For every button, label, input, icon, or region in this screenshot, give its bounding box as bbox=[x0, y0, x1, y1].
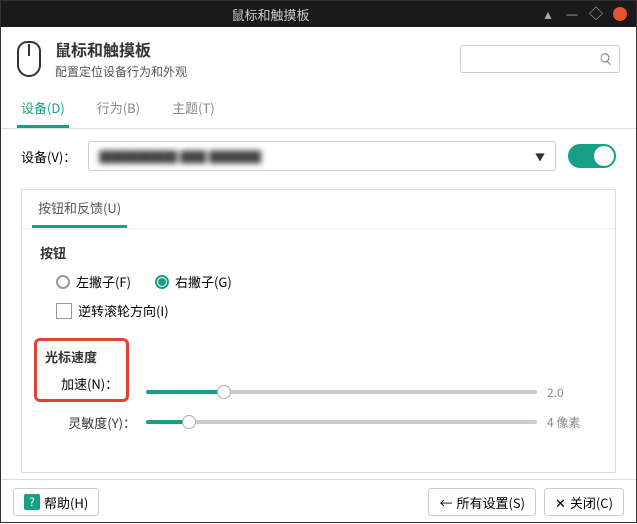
search-icon bbox=[599, 52, 613, 66]
chevron-down-icon: ▼ bbox=[535, 149, 545, 164]
radio-left-handed[interactable]: 左撇子(F) bbox=[56, 272, 131, 291]
slider-thumb[interactable] bbox=[217, 385, 231, 399]
close-button[interactable]: ✕ 关闭(C) bbox=[544, 488, 624, 516]
device-value: ██████ ██ ████ bbox=[99, 147, 261, 166]
header: 鼠标和触摸板 配置定位设备行为和外观 bbox=[1, 27, 636, 90]
maximize-icon[interactable]: ◇ bbox=[588, 6, 604, 22]
search-input[interactable] bbox=[460, 45, 620, 73]
help-label: 帮助(H) bbox=[44, 493, 88, 512]
all-settings-button[interactable]: ← 所有设置(S) bbox=[428, 488, 536, 516]
settings-panel: 按钮和反馈(U) 按钮 左撇子(F) 右撇子(G) 逆转滚轮方向(I) 光标速度 bbox=[21, 189, 616, 473]
device-toggle[interactable] bbox=[568, 144, 616, 168]
highlight-annotation: 光标速度 加速(N)： bbox=[34, 338, 129, 402]
main-tabs: 设备(D) 行为(B) 主题(T) bbox=[1, 90, 636, 129]
panel-tab-buttons[interactable]: 按钮和反馈(U) bbox=[32, 190, 127, 228]
close-icon bbox=[613, 7, 627, 21]
radio-right-label: 右撇子(G) bbox=[175, 272, 232, 291]
radio-icon bbox=[155, 275, 169, 289]
up-icon[interactable]: ▴ bbox=[540, 6, 556, 22]
device-label: 设备(V)： bbox=[21, 147, 76, 166]
tab-device[interactable]: 设备(D) bbox=[17, 90, 69, 128]
checkbox-reverse-scroll[interactable] bbox=[56, 303, 72, 319]
sensitivity-value: 4 像素 bbox=[547, 414, 597, 431]
mouse-icon bbox=[17, 41, 41, 77]
help-icon: ? bbox=[24, 494, 40, 510]
checkbox-reverse-label: 逆转滚轮方向(I) bbox=[78, 301, 169, 320]
radio-right-handed[interactable]: 右撇子(G) bbox=[155, 272, 232, 291]
section-buttons-title: 按钮 bbox=[40, 243, 597, 262]
page-title: 鼠标和触摸板 bbox=[55, 37, 187, 61]
close-label: 关闭(C) bbox=[570, 493, 613, 512]
sensitivity-slider[interactable] bbox=[146, 412, 537, 432]
slider-thumb[interactable] bbox=[182, 415, 196, 429]
help-button[interactable]: ? 帮助(H) bbox=[13, 488, 99, 516]
titlebar: 鼠标和触摸板 ▴ — ◇ bbox=[1, 1, 636, 27]
accel-value: 2.0 bbox=[547, 384, 597, 401]
section-cursor-title: 光标速度 bbox=[45, 347, 118, 366]
minimize-icon[interactable]: — bbox=[564, 6, 580, 22]
footer: ? 帮助(H) ← 所有设置(S) ✕ 关闭(C) bbox=[1, 479, 636, 524]
close-icon: ✕ bbox=[555, 493, 566, 512]
device-combobox[interactable]: ██████ ██ ████ ▼ bbox=[88, 141, 556, 171]
close-window-button[interactable] bbox=[612, 6, 628, 22]
all-settings-label: 所有设置(S) bbox=[456, 493, 525, 512]
radio-icon bbox=[56, 275, 70, 289]
arrow-left-icon: ← bbox=[439, 493, 452, 512]
window-title: 鼠标和触摸板 bbox=[9, 5, 532, 24]
sensitivity-label: 灵敏度(Y)： bbox=[56, 413, 136, 432]
acceleration-slider[interactable] bbox=[146, 382, 537, 402]
radio-left-label: 左撇子(F) bbox=[76, 272, 131, 291]
page-subtitle: 配置定位设备行为和外观 bbox=[55, 63, 187, 80]
tab-behavior[interactable]: 行为(B) bbox=[93, 90, 144, 128]
accel-label: 加速(N)： bbox=[61, 374, 118, 393]
tab-theme[interactable]: 主题(T) bbox=[168, 90, 219, 128]
